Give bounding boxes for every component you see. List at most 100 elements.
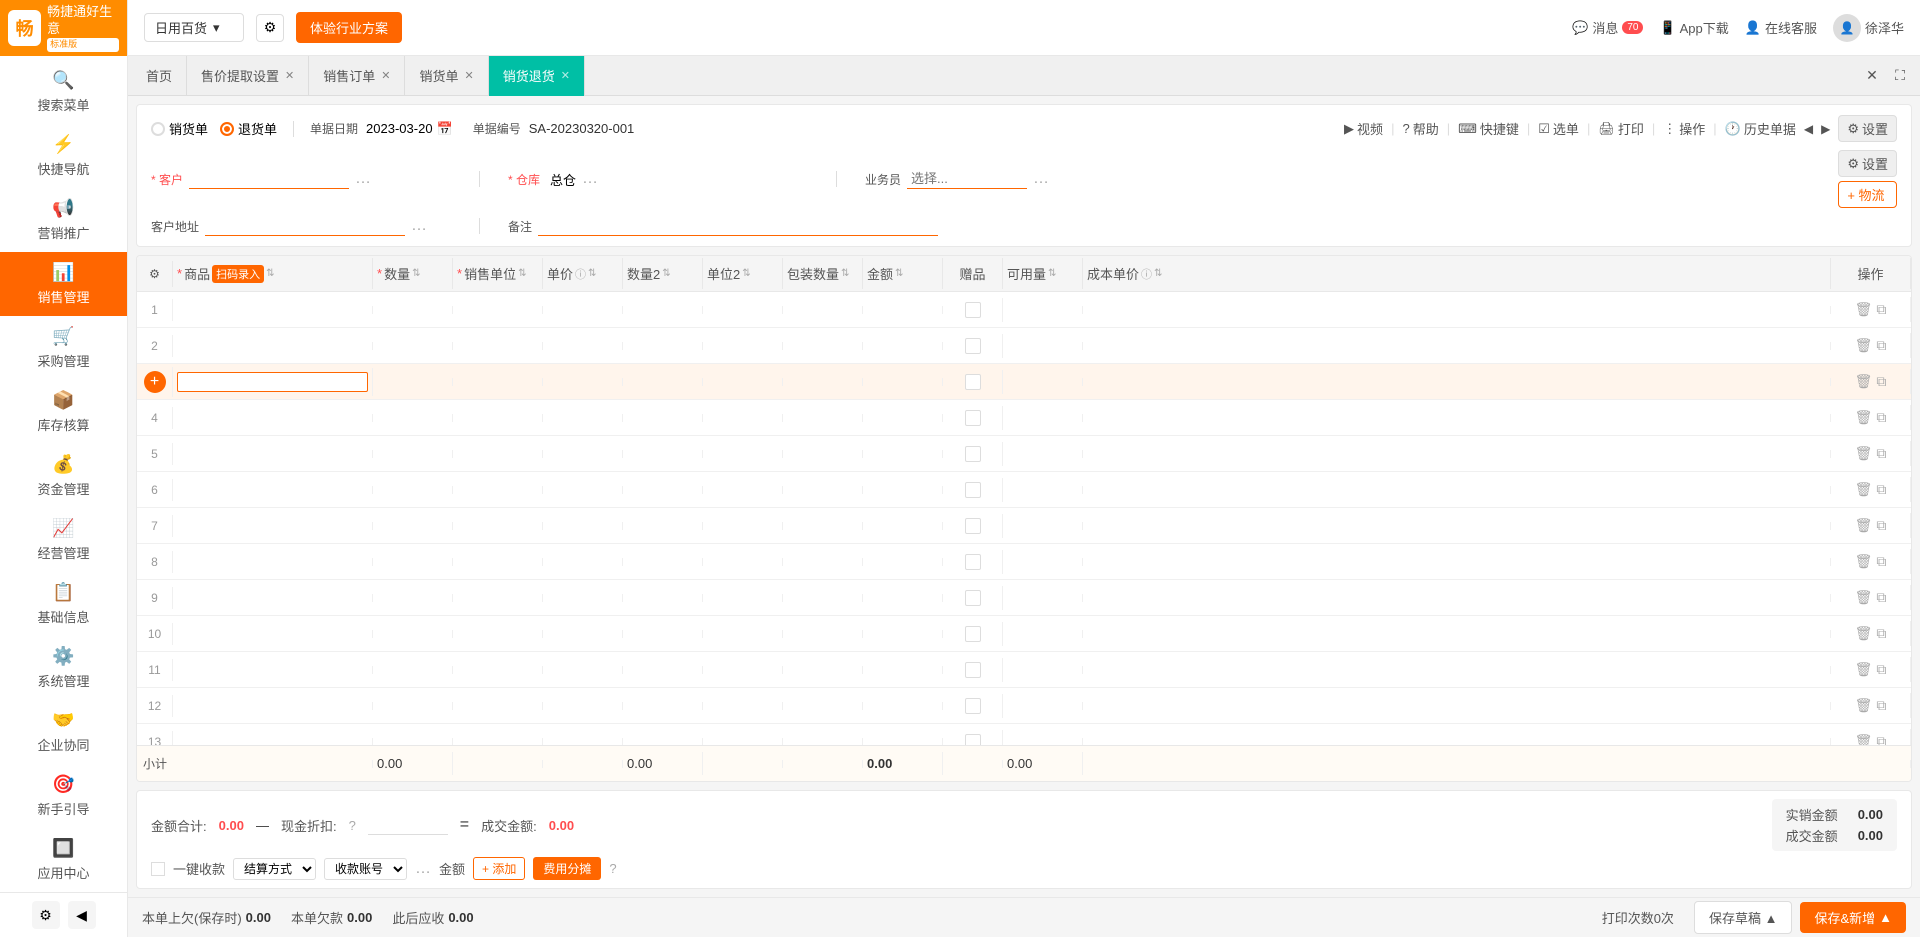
td-cost[interactable] — [1083, 306, 1831, 314]
sidebar-item-shortcuts[interactable]: ⚡ 快捷导航 — [0, 124, 127, 188]
td-unit[interactable] — [453, 378, 543, 386]
gift-checkbox[interactable] — [965, 374, 981, 390]
calendar-icon[interactable]: 📅 — [437, 121, 453, 137]
td-gift[interactable] — [943, 370, 1003, 394]
delete-row-button[interactable]: 🗑 — [1855, 409, 1873, 426]
copy-row-button[interactable]: ⧉ — [1876, 445, 1886, 462]
remark-input[interactable] — [538, 216, 938, 236]
sidebar-settings-button[interactable]: ⚙ — [32, 901, 60, 929]
copy-row-button[interactable]: ⧉ — [1876, 481, 1886, 498]
radio-sale-return[interactable]: 退货单 — [220, 119, 277, 138]
add-logistics-button[interactable]: + 物流 — [1838, 181, 1897, 208]
salesperson-ellipsis[interactable]: … — [1033, 170, 1049, 188]
gift-checkbox[interactable] — [965, 338, 981, 354]
copy-row-button[interactable]: ⧉ — [1876, 517, 1886, 534]
copy-row-button[interactable]: ⧉ — [1876, 409, 1886, 426]
sidebar-item-marketing[interactable]: 📢 营销推广 — [0, 188, 127, 252]
address-input[interactable] — [205, 216, 405, 236]
td-qty2[interactable] — [623, 306, 703, 314]
delete-row-button[interactable]: 🗑 — [1855, 733, 1873, 745]
td-qty[interactable] — [373, 342, 453, 350]
td-amount[interactable] — [863, 306, 943, 314]
delete-row-button[interactable]: 🗑 — [1855, 373, 1873, 390]
radio-sale-delivery[interactable]: 销货单 — [151, 119, 208, 138]
tab-home[interactable]: 首页 — [132, 56, 187, 96]
sort-icon[interactable]: ⇅ — [518, 268, 526, 279]
fee-split-button[interactable]: 费用分摊 — [533, 857, 601, 880]
sidebar-item-enterprise[interactable]: 🤝 企业协同 — [0, 700, 127, 764]
next-record-btn[interactable]: ▶ — [1821, 122, 1830, 136]
sidebar-item-system[interactable]: ⚙️ 系统管理 — [0, 636, 127, 700]
tab-close-icon[interactable]: ✕ — [465, 69, 474, 82]
message-button[interactable]: 💬 消息 70 — [1572, 18, 1643, 37]
td-product[interactable] — [173, 342, 373, 350]
industry-selector[interactable]: 日用百货 ▾ — [144, 13, 244, 42]
topbar-gear-button[interactable]: ⚙ — [256, 14, 284, 42]
td-pack[interactable] — [783, 342, 863, 350]
experience-plan-button[interactable]: 体验行业方案 — [296, 12, 402, 43]
sort-icon[interactable]: ⇅ — [895, 268, 903, 279]
tab-sale-return[interactable]: 销货退货 ✕ — [489, 56, 585, 96]
sort-icon[interactable]: ⇅ — [742, 268, 750, 279]
td-amount[interactable] — [863, 378, 943, 386]
copy-row-button[interactable]: ⧉ — [1876, 337, 1886, 354]
add-row-button[interactable]: + — [144, 371, 166, 393]
td-qty2[interactable] — [623, 378, 703, 386]
gift-checkbox[interactable] — [965, 302, 981, 318]
customer-input[interactable] — [189, 169, 349, 189]
sidebar-item-purchase[interactable]: 🛒 采购管理 — [0, 316, 127, 380]
delete-row-button[interactable]: 🗑 — [1855, 625, 1873, 642]
online-service-button[interactable]: 👤 在线客服 — [1745, 18, 1817, 37]
td-amount[interactable] — [863, 342, 943, 350]
product-input-active[interactable] — [177, 372, 368, 392]
copy-row-button[interactable]: ⧉ — [1876, 589, 1886, 606]
customer-ellipsis[interactable]: … — [355, 170, 371, 188]
tab-sale-price[interactable]: 售价提取设置 ✕ — [187, 56, 309, 96]
tab-close-icon[interactable]: ✕ — [381, 69, 390, 82]
settle-method-select[interactable]: 结算方式 — [233, 858, 316, 880]
sidebar-collapse-button[interactable]: ◀ — [68, 901, 96, 929]
save-new-button[interactable]: 保存&新增 ▲ — [1800, 902, 1906, 933]
delete-row-button[interactable]: 🗑 — [1855, 445, 1873, 462]
tab-sale-delivery[interactable]: 销货单 ✕ — [405, 56, 488, 96]
maximize-tab-button[interactable]: ⛶ — [1888, 64, 1912, 88]
copy-row-button[interactable]: ⧉ — [1876, 697, 1886, 714]
help-action[interactable]: ? 帮助 — [1402, 119, 1438, 138]
account-select[interactable]: 收款账号 — [324, 858, 407, 880]
tab-close-icon[interactable]: ✕ — [561, 69, 570, 82]
td-product[interactable] — [173, 368, 373, 396]
one-click-checkbox[interactable] — [151, 862, 165, 876]
td-cost[interactable] — [1083, 378, 1831, 386]
select-action[interactable]: ☑ 选单 — [1538, 119, 1579, 138]
account-ellipsis[interactable]: … — [415, 860, 431, 878]
save-draft-button[interactable]: 保存草稿 ▲ — [1694, 901, 1793, 934]
copy-row-button[interactable]: ⧉ — [1876, 661, 1886, 678]
td-available[interactable] — [1003, 378, 1083, 386]
td-qty2[interactable] — [623, 342, 703, 350]
close-tab-button[interactable]: ✕ — [1860, 64, 1884, 88]
tab-sale-order[interactable]: 销售订单 ✕ — [309, 56, 405, 96]
td-price[interactable] — [543, 378, 623, 386]
prev-record-btn[interactable]: ◀ — [1804, 122, 1813, 136]
tab-close-icon[interactable]: ✕ — [285, 69, 294, 82]
print-action[interactable]: 🖨 打印 — [1598, 119, 1644, 138]
delete-row-button[interactable]: 🗑 — [1855, 481, 1873, 498]
delete-row-button[interactable]: 🗑 — [1855, 337, 1873, 354]
shortcut-action[interactable]: ⌨ 快捷键 — [1458, 119, 1519, 138]
delete-row-button[interactable]: 🗑 — [1855, 517, 1873, 534]
right-settings-button[interactable]: ⚙ 设置 — [1838, 150, 1897, 177]
td-price[interactable] — [543, 342, 623, 350]
copy-row-button[interactable]: ⧉ — [1876, 733, 1886, 745]
video-action[interactable]: ▶ 视频 — [1344, 119, 1383, 138]
sort-icon[interactable]: ⇅ — [1048, 268, 1056, 279]
td-unit2[interactable] — [703, 306, 783, 314]
td-price[interactable] — [543, 306, 623, 314]
th-gear[interactable]: ⚙ — [137, 261, 173, 287]
sidebar-item-search[interactable]: 🔍 搜索菜单 — [0, 60, 127, 124]
discount-info-icon[interactable]: ? — [349, 818, 356, 833]
info-icon[interactable]: ⓘ — [1141, 266, 1152, 282]
sort-icon[interactable]: ⇅ — [266, 268, 274, 279]
td-gift[interactable] — [943, 334, 1003, 358]
td-pack[interactable] — [783, 378, 863, 386]
td-unit2[interactable] — [703, 342, 783, 350]
